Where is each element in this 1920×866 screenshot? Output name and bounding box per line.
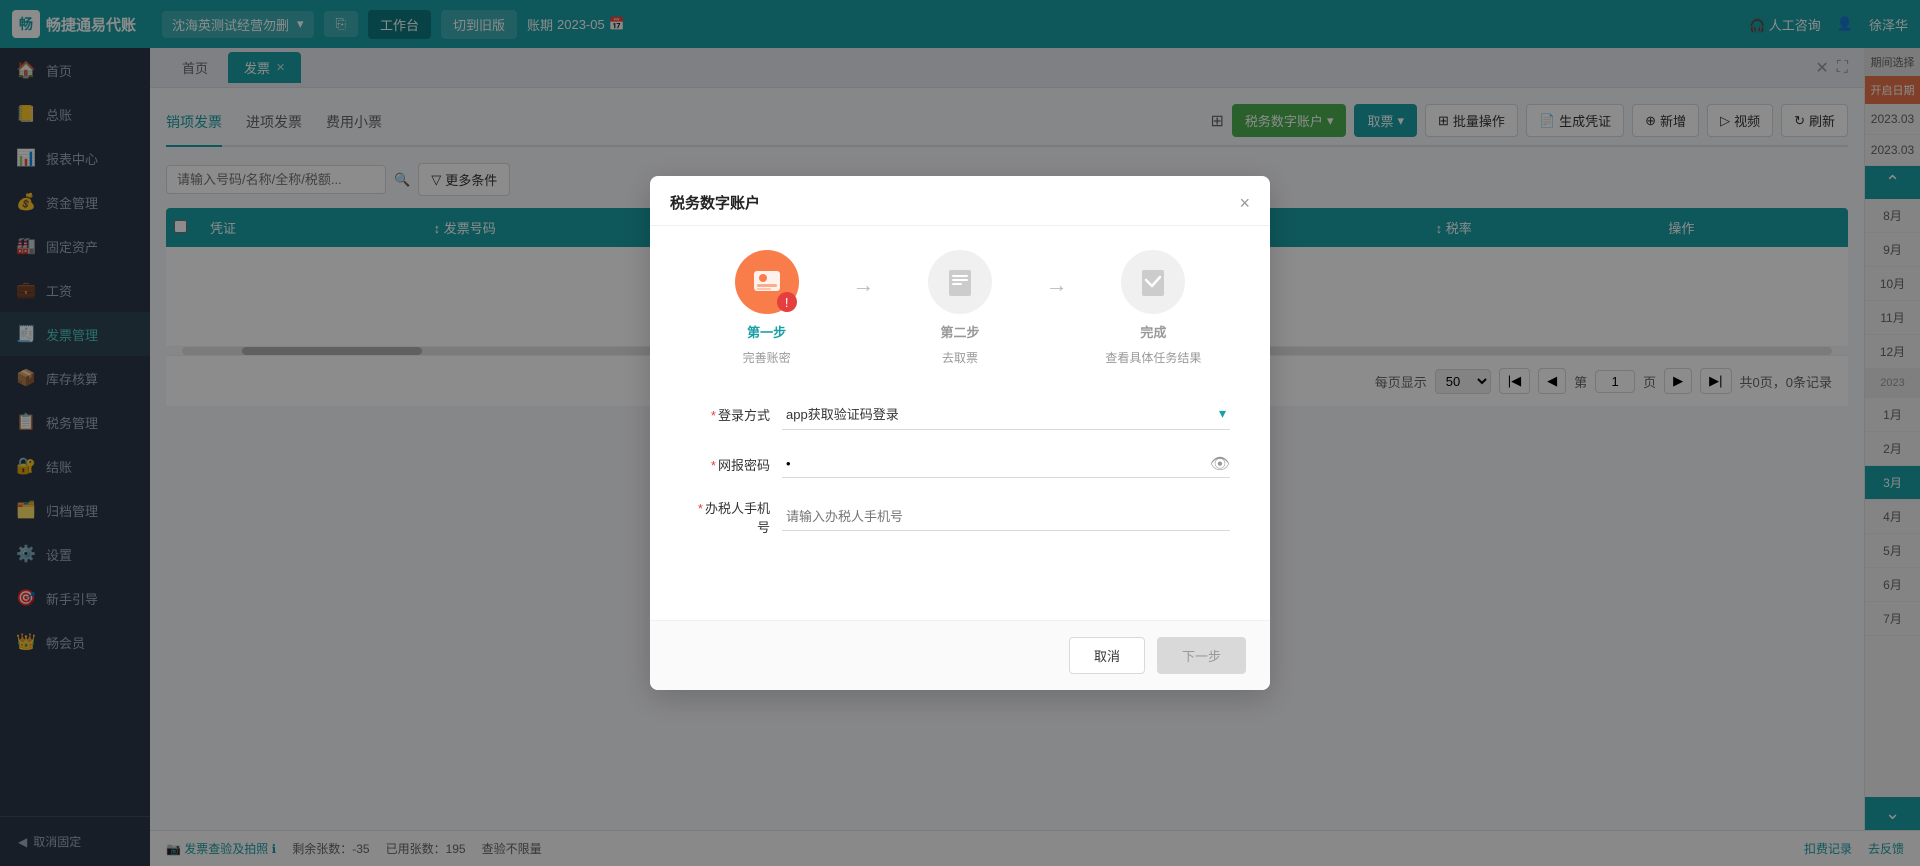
step-arrow-1: → <box>843 272 883 298</box>
step-1-sublabel: 完善账密 <box>743 349 791 366</box>
step-2: 第二步 去取票 <box>883 250 1036 366</box>
login-method-row: 登录方式 app获取验证码登录 ▾ <box>690 398 1230 430</box>
modal-header: 税务数字账户 × <box>650 176 1270 226</box>
modal-spacer <box>690 556 1230 596</box>
tax-phone-input[interactable] <box>782 503 1230 531</box>
tax-phone-label: 办税人手机号 <box>690 498 770 536</box>
step-1-badge: ! <box>777 292 797 312</box>
login-method-dropdown-icon: ▾ <box>1219 405 1226 422</box>
tax-phone-row: 办税人手机号 <box>690 498 1230 536</box>
step-1-label: 第一步 <box>747 322 786 341</box>
network-password-input[interactable] <box>782 450 1202 477</box>
login-method-value: app获取验证码登录 <box>786 404 899 423</box>
step-1-icon-wrap: ! <box>735 250 799 314</box>
modal-body: ! 第一步 完善账密 → <box>650 226 1270 620</box>
network-password-label: 网报密码 <box>690 455 770 474</box>
eye-icon[interactable]: 👁 <box>1210 454 1230 474</box>
modal-title: 税务数字账户 <box>670 192 760 213</box>
steps-row: ! 第一步 完善账密 → <box>690 250 1230 366</box>
tax-digital-modal: 税务数字账户 × <box>650 176 1270 690</box>
modal-overlay: 税务数字账户 × <box>0 0 1920 866</box>
next-button[interactable]: 下一步 <box>1157 637 1246 674</box>
step-1: ! 第一步 完善账密 <box>690 250 843 366</box>
step-2-icon <box>928 250 992 314</box>
network-password-row: 网报密码 👁 <box>690 450 1230 478</box>
step-2-icon-wrap <box>928 250 992 314</box>
step-2-label: 第二步 <box>940 322 979 341</box>
step-3-sublabel: 查看具体任务结果 <box>1105 349 1201 366</box>
step-2-sublabel: 去取票 <box>942 349 978 366</box>
step-3-label: 完成 <box>1140 322 1166 341</box>
step-3-icon-wrap <box>1121 250 1185 314</box>
modal-close-button[interactable]: × <box>1239 194 1250 212</box>
step-3-icon <box>1121 250 1185 314</box>
step-arrow-2: → <box>1037 272 1077 298</box>
step-3: 完成 查看具体任务结果 <box>1077 250 1230 366</box>
login-method-label: 登录方式 <box>690 405 770 424</box>
step-1-badge-text: ! <box>785 295 789 310</box>
modal-footer: 取消 下一步 <box>650 620 1270 690</box>
login-method-select[interactable]: app获取验证码登录 ▾ <box>782 398 1230 430</box>
cancel-button[interactable]: 取消 <box>1069 637 1145 674</box>
